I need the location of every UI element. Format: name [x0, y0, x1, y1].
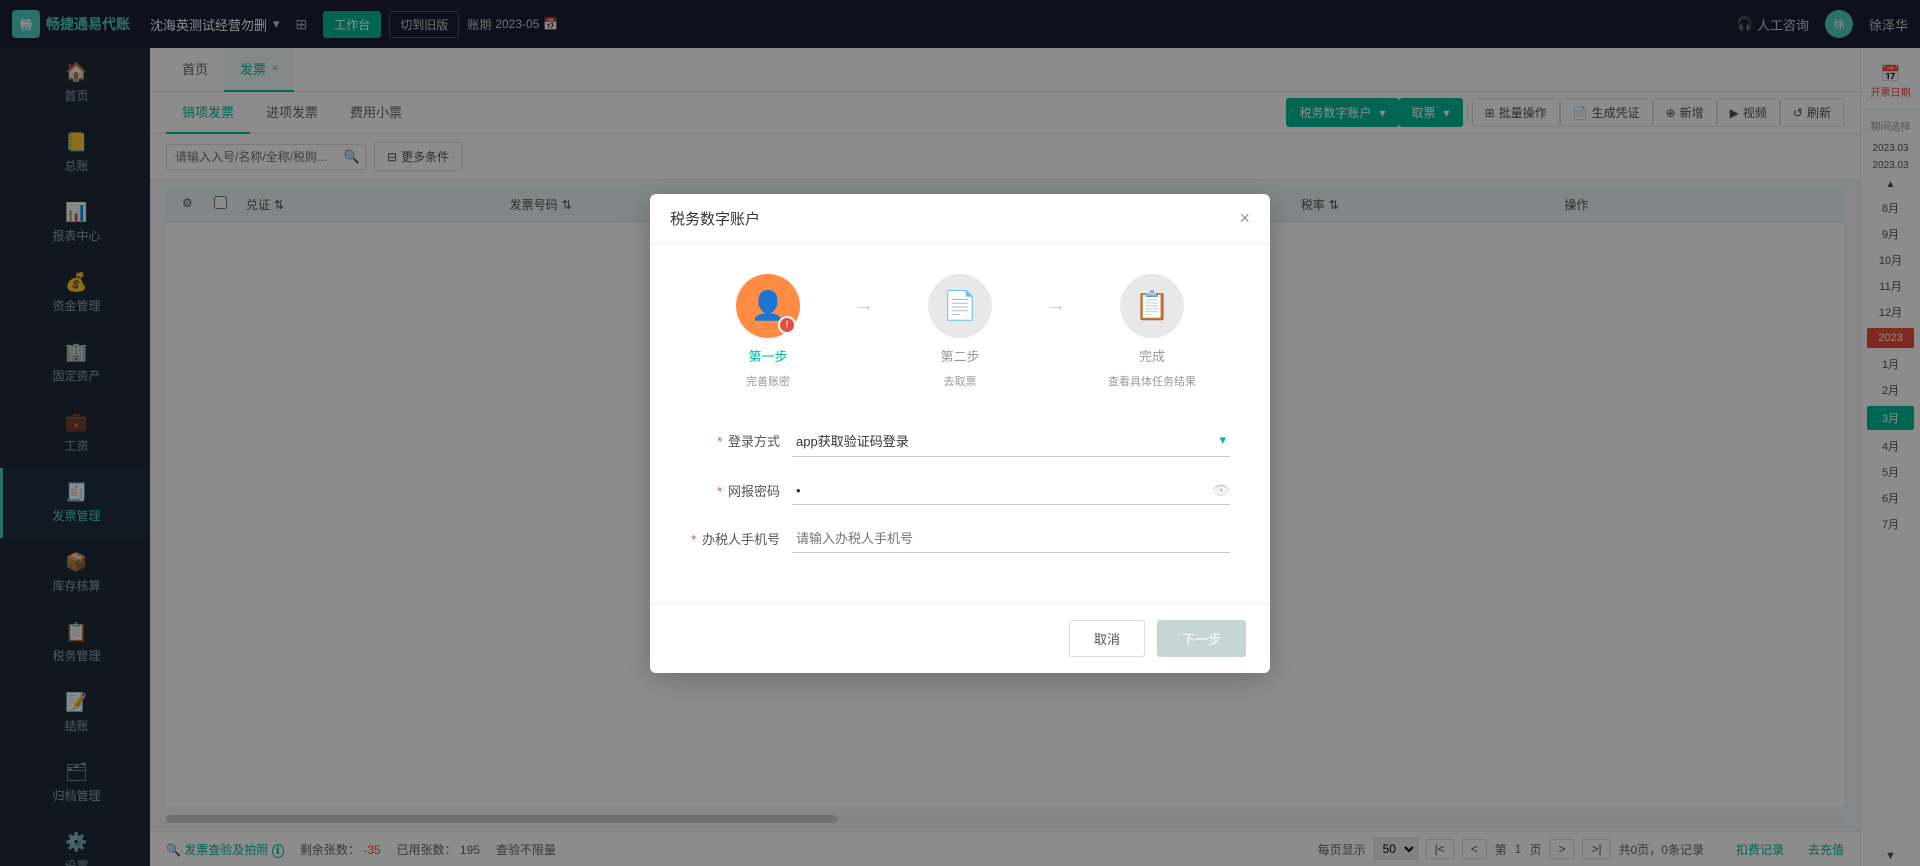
next-step-button[interactable]: 下一步: [1157, 620, 1246, 657]
step-1-desc: 完善账密: [746, 373, 790, 389]
dialog-header: 税务数字账户 ×: [650, 194, 1270, 244]
password-row: * 网报密码 👁: [690, 477, 1230, 505]
dialog-footer: 取消 下一步: [650, 603, 1270, 673]
login-method-row: * 登录方式 app获取验证码登录 ▾: [690, 425, 1230, 457]
taxpayer-phone-input[interactable]: [792, 525, 1230, 552]
login-method-dropdown-icon: ▾: [1219, 432, 1226, 448]
modal-overlay[interactable]: 税务数字账户 × 👤 ! 第一步 完善账密 →: [0, 0, 1920, 866]
login-method-wrapper: app获取验证码登录 ▾: [792, 425, 1230, 457]
password-input[interactable]: [792, 477, 1212, 504]
cancel-button[interactable]: 取消: [1069, 620, 1145, 657]
password-wrapper: 👁: [792, 477, 1230, 505]
step-2: 📄 第二步 去取票: [882, 274, 1038, 389]
step-3: 📋 完成 查看具体任务结果: [1074, 274, 1230, 389]
step-1-icon-wrap: 👤 !: [736, 274, 800, 338]
step-3-label: 完成: [1139, 346, 1165, 365]
login-method-label: * 登录方式: [690, 431, 780, 450]
step-arrow-2: →: [1038, 274, 1074, 317]
eye-icon[interactable]: 👁: [1212, 482, 1230, 499]
step-1-label: 第一步: [748, 346, 787, 365]
step-2-label: 第二步: [940, 346, 979, 365]
dialog-close-button[interactable]: ×: [1239, 208, 1250, 229]
password-label: * 网报密码: [690, 481, 780, 500]
step-arrow-1: →: [846, 274, 882, 317]
dialog-body: 👤 ! 第一步 完善账密 → 📄 第二步 去取票 →: [650, 244, 1270, 603]
step-1-icon: 👤: [751, 289, 786, 322]
taxpayer-phone-wrapper: [792, 525, 1230, 553]
step-2-icon-wrap: 📄: [928, 274, 992, 338]
taxpayer-phone-label: * 办税人手机号: [690, 529, 780, 548]
login-method-select[interactable]: app获取验证码登录 ▾: [792, 425, 1230, 456]
step-3-desc: 查看具体任务结果: [1108, 373, 1196, 389]
step-2-icon: 📄: [943, 289, 978, 322]
steps-indicator: 👤 ! 第一步 完善账密 → 📄 第二步 去取票 →: [690, 274, 1230, 389]
tax-digital-dialog: 税务数字账户 × 👤 ! 第一步 完善账密 →: [650, 194, 1270, 673]
step-1: 👤 ! 第一步 完善账密: [690, 274, 846, 389]
step-1-error-badge: !: [778, 316, 796, 334]
dialog-title: 税务数字账户: [670, 208, 760, 229]
taxpayer-phone-row: * 办税人手机号: [690, 525, 1230, 553]
step-3-icon: 📋: [1135, 289, 1170, 322]
step-3-icon-wrap: 📋: [1120, 274, 1184, 338]
step-2-desc: 去取票: [944, 373, 977, 389]
